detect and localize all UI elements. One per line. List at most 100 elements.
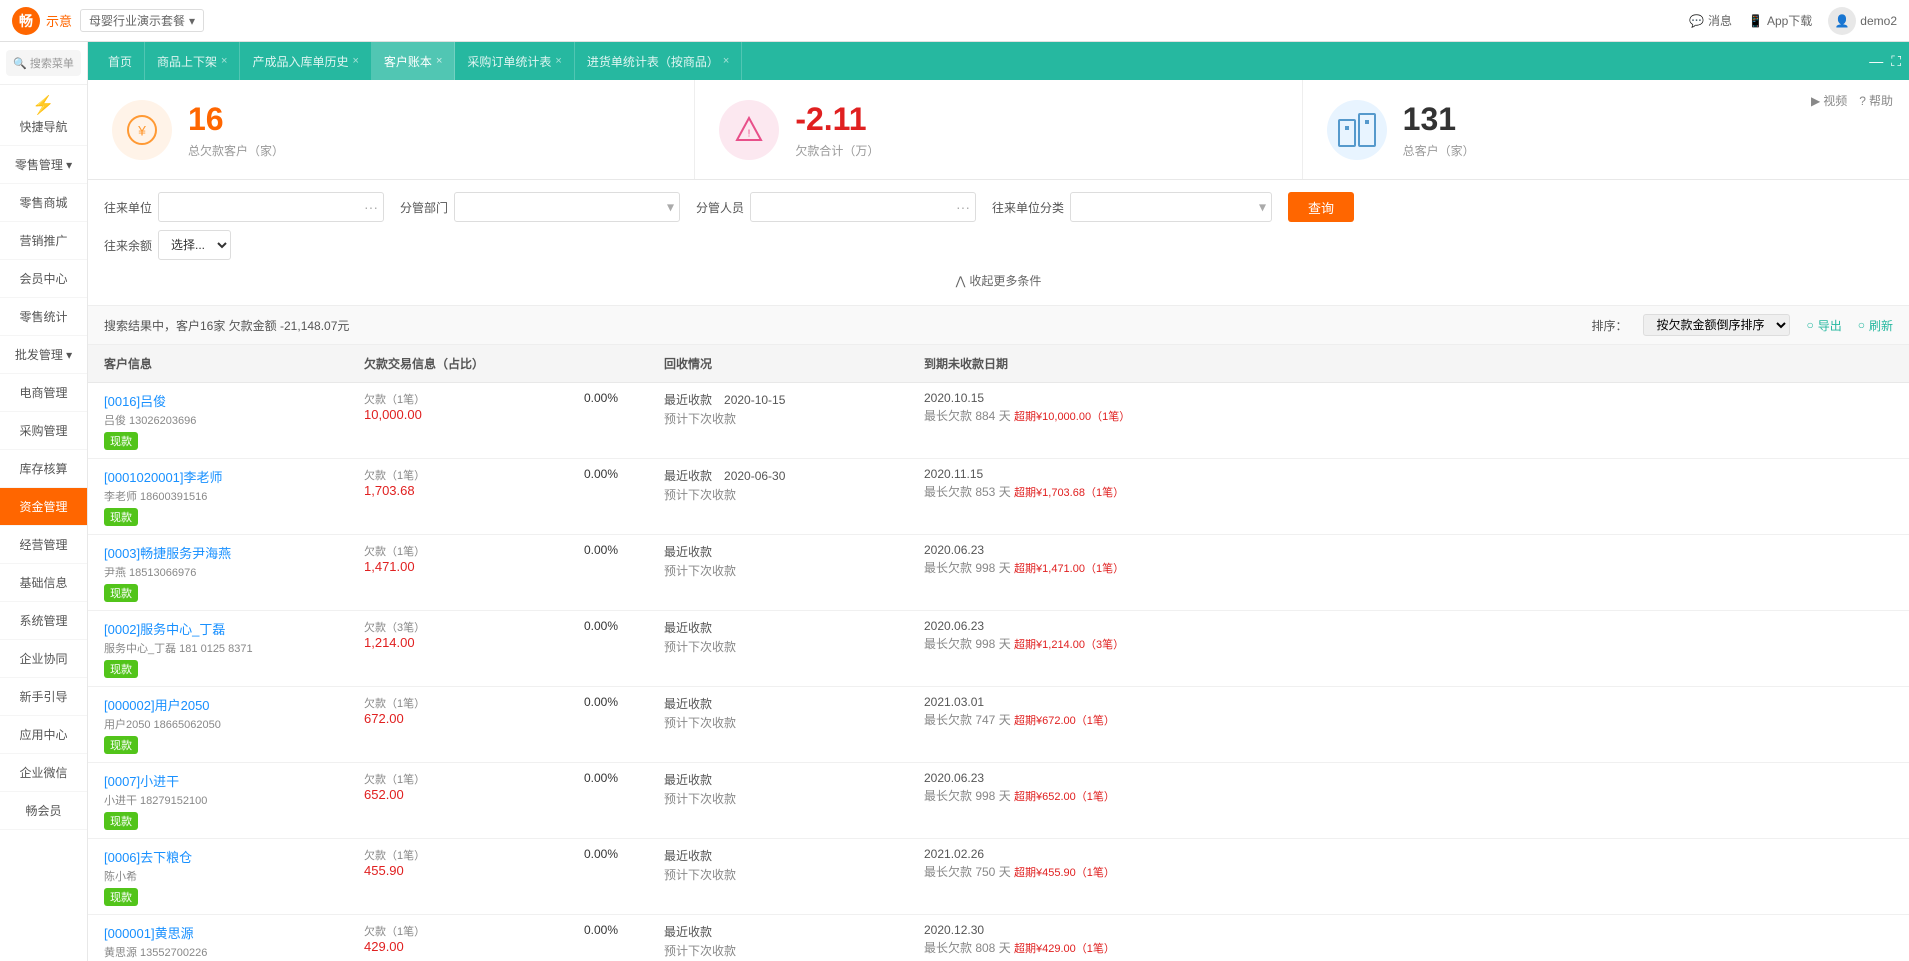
overdue-amount-5[interactable]: 超期¥652.00（1笔） bbox=[1014, 791, 1115, 803]
debt-amount-2[interactable]: 1,471.00 bbox=[364, 559, 552, 574]
filter-row-1: 往来单位 ··· 分管部门 ▾ 分管人员 bbox=[104, 192, 1893, 222]
sidebar-item-finance[interactable]: 资金管理 bbox=[0, 488, 87, 526]
cell-due-date-1: 2020.11.15 最长欠款 853 天 超期¥1,703.68（1笔） bbox=[908, 459, 1909, 535]
debt-pct-7: 0.00% bbox=[584, 923, 618, 937]
customer-name-4[interactable]: [000002]用户2050 bbox=[104, 695, 332, 714]
tab-product-history[interactable]: 产成品入库单历史 × bbox=[240, 42, 371, 80]
finance-label: 资金管理 bbox=[19, 500, 67, 514]
sidebar-item-member[interactable]: 会员中心 bbox=[0, 260, 87, 298]
customer-name-3[interactable]: [0002]服务中心_丁磊 bbox=[104, 619, 332, 638]
sidebar-item-batch-mgmt[interactable]: 批发管理 ▾ bbox=[0, 336, 87, 374]
manager-input[interactable] bbox=[750, 192, 976, 222]
source-unit-input[interactable] bbox=[158, 192, 384, 222]
debt-label-2: 欠款（1笔） bbox=[364, 543, 552, 559]
cell-recovery-4: 最近收款 预计下次收款 bbox=[648, 687, 908, 763]
filter-item-source-unit: 往来单位 ··· bbox=[104, 192, 384, 222]
overdue-amount-0[interactable]: 超期¥10,000.00（1笔） bbox=[1014, 411, 1130, 423]
cell-due-date-5: 2020.06.23 最长欠款 998 天 超期¥652.00（1笔） bbox=[908, 763, 1909, 839]
svg-text:¥: ¥ bbox=[137, 122, 146, 138]
overdue-amount-3[interactable]: 超期¥1,214.00（3笔） bbox=[1014, 639, 1124, 651]
tab-purchase-order-label: 采购订单统计表 bbox=[467, 53, 551, 70]
tab-product-off[interactable]: 商品上下架 × bbox=[145, 42, 240, 80]
overdue-amount-2[interactable]: 超期¥1,471.00（1笔） bbox=[1014, 563, 1124, 575]
cell-due-date-2: 2020.06.23 最长欠款 998 天 超期¥1,471.00（1笔） bbox=[908, 535, 1909, 611]
balance-select[interactable]: 选择... bbox=[158, 230, 231, 260]
sidebar-item-business[interactable]: 经营管理 bbox=[0, 526, 87, 564]
inventory-label: 库存核算 bbox=[19, 462, 67, 476]
tab-customer-account-close[interactable]: × bbox=[436, 55, 442, 67]
app-download-button[interactable]: 📱 App下载 bbox=[1748, 12, 1812, 29]
overdue-amount-1[interactable]: 超期¥1,703.68（1笔） bbox=[1014, 487, 1124, 499]
unit-type-input[interactable] bbox=[1070, 192, 1272, 222]
sidebar-item-corp-wechat[interactable]: 企业微信 bbox=[0, 754, 87, 792]
customer-name-7[interactable]: [000001]黄思源 bbox=[104, 923, 332, 942]
sidebar-item-quick-nav[interactable]: ⚡ 快捷导航 bbox=[0, 85, 87, 146]
next-label-5: 预计下次收款 bbox=[664, 790, 736, 807]
sidebar-item-system[interactable]: 系统管理 bbox=[0, 602, 87, 640]
cell-due-date-7: 2020.12.30 最长欠款 808 天 超期¥429.00（1笔） bbox=[908, 915, 1909, 961]
export-label: 导出 bbox=[1818, 317, 1842, 334]
sidebar-item-basic-info[interactable]: 基础信息 bbox=[0, 564, 87, 602]
sidebar-item-inventory[interactable]: 库存核算 bbox=[0, 450, 87, 488]
sidebar-item-purchase[interactable]: 采购管理 bbox=[0, 412, 87, 450]
sidebar-item-ecommerce[interactable]: 电商管理 bbox=[0, 374, 87, 412]
tab-minimize-icon[interactable]: — bbox=[1869, 53, 1883, 70]
search-menu-button[interactable]: 🔍 搜索菜单 bbox=[6, 50, 81, 76]
tab-import-stat-close[interactable]: × bbox=[723, 55, 729, 67]
overdue-amount-7[interactable]: 超期¥429.00（1笔） bbox=[1014, 943, 1115, 955]
avatar: 👤 bbox=[1828, 7, 1856, 35]
customer-contact-2: 尹燕 18513066976 bbox=[104, 564, 332, 580]
stat-text-customers: 16 总欠款客户（家） bbox=[188, 101, 284, 159]
tab-customer-account[interactable]: 客户账本 × bbox=[372, 42, 455, 80]
company-select[interactable]: 母婴行业演示套餐 ▾ bbox=[80, 9, 204, 32]
sidebar-item-retail-mall[interactable]: 零售商城 bbox=[0, 184, 87, 222]
tab-import-stat[interactable]: 进货单统计表（按商品） × bbox=[575, 42, 742, 80]
sidebar-item-marketing[interactable]: 营销推广 bbox=[0, 222, 87, 260]
sidebar-item-apps[interactable]: 应用中心 bbox=[0, 716, 87, 754]
sidebar-item-member-plus[interactable]: 畅会员 bbox=[0, 792, 87, 830]
source-unit-icon: ··· bbox=[364, 199, 378, 215]
overdue-amount-4[interactable]: 超期¥672.00（1笔） bbox=[1014, 715, 1115, 727]
table-row: [0007]小进干 小进干 18279152100 现款 欠款（1笔） 652.… bbox=[88, 763, 1909, 839]
debt-amount-1[interactable]: 1,703.68 bbox=[364, 483, 552, 498]
cell-debt-pct-7: 0.00% bbox=[568, 915, 648, 961]
dept-input[interactable] bbox=[454, 192, 680, 222]
export-button[interactable]: ○ 导出 bbox=[1806, 317, 1841, 334]
sidebar-item-newbie[interactable]: 新手引导 bbox=[0, 678, 87, 716]
help-btn[interactable]: ? 帮助 bbox=[1859, 92, 1893, 109]
debt-amount-5[interactable]: 652.00 bbox=[364, 787, 552, 802]
tab-maximize-icon[interactable]: ⛶ bbox=[1891, 53, 1901, 70]
refresh-button[interactable]: ○ 刷新 bbox=[1858, 317, 1893, 334]
tab-purchase-order[interactable]: 采购订单统计表 × bbox=[455, 42, 574, 80]
debt-amount-6[interactable]: 455.90 bbox=[364, 863, 552, 878]
th-debt-pct bbox=[568, 345, 648, 383]
sort-select[interactable]: 按欠款金额倒序排序 bbox=[1643, 314, 1790, 336]
view-video-btn[interactable]: ▶ 视频 bbox=[1811, 92, 1847, 109]
customer-name-2[interactable]: [0003]畅捷服务尹海燕 bbox=[104, 543, 332, 562]
collapse-button[interactable]: ⋀ 收起更多条件 bbox=[104, 268, 1893, 293]
debt-amount-7[interactable]: 429.00 bbox=[364, 939, 552, 954]
customer-name-6[interactable]: [0006]去下粮仓 bbox=[104, 847, 332, 866]
tab-product-history-close[interactable]: × bbox=[352, 55, 358, 67]
retail-mgmt-label: 零售管理 ▾ bbox=[15, 158, 72, 172]
search-button[interactable]: 查询 bbox=[1288, 192, 1354, 222]
tab-purchase-order-close[interactable]: × bbox=[555, 55, 561, 67]
debt-amount-3[interactable]: 1,214.00 bbox=[364, 635, 552, 650]
user-menu[interactable]: 👤 demo2 bbox=[1828, 7, 1897, 35]
message-button[interactable]: 💬 消息 bbox=[1689, 12, 1732, 29]
overdue-amount-6[interactable]: 超期¥455.90（1笔） bbox=[1014, 867, 1115, 879]
recent-date-1: 2020-06-30 bbox=[724, 469, 785, 483]
debt-amount-4[interactable]: 672.00 bbox=[364, 711, 552, 726]
sidebar-item-retail-stat[interactable]: 零售统计 bbox=[0, 298, 87, 336]
search-icon: 🔍 bbox=[13, 57, 27, 70]
tab-home[interactable]: 首页 bbox=[96, 42, 145, 80]
stat-card-actions: ▶ 视频 ? 帮助 bbox=[1811, 92, 1893, 109]
sidebar-item-enterprise[interactable]: 企业协同 bbox=[0, 640, 87, 678]
tab-product-off-close[interactable]: × bbox=[221, 55, 227, 67]
debt-amount-0[interactable]: 10,000.00 bbox=[364, 407, 552, 422]
sidebar-item-retail-mgmt[interactable]: 零售管理 ▾ bbox=[0, 146, 87, 184]
customer-name-5[interactable]: [0007]小进干 bbox=[104, 771, 332, 790]
recent-label-2: 最近收款 bbox=[664, 543, 712, 560]
customer-name-1[interactable]: [0001020001]李老师 bbox=[104, 467, 332, 486]
customer-name-0[interactable]: [0016]吕俊 bbox=[104, 391, 332, 410]
